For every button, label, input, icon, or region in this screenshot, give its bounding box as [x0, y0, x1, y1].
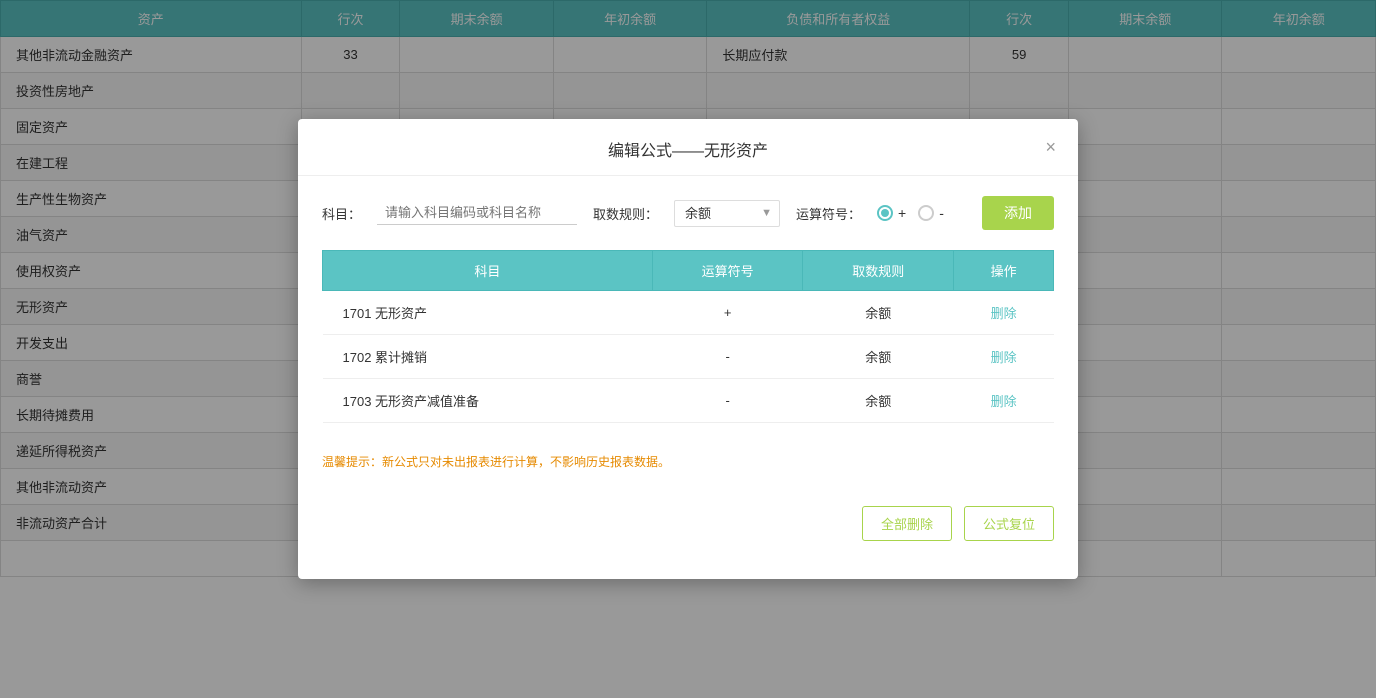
edit-formula-modal: 编辑公式——无形资产 × 科目： 取数规则： 余额借方贷方借方发生额贷方发生额 …: [298, 119, 1078, 579]
subject-input[interactable]: [377, 201, 577, 225]
operator-radio-group: + -: [877, 205, 944, 221]
operator-label: 运算符号：: [796, 204, 861, 223]
modal-footer: 全部删除 公式复位: [298, 506, 1078, 561]
rule-select-wrapper: 余额借方贷方借方发生额贷方发生额 ▼: [674, 200, 780, 227]
th-subject: 科目: [323, 251, 653, 291]
formula-table: 科目 运算符号 取数规则 操作 1701 无形资产+余额删除1702 累计摊销-…: [322, 250, 1054, 423]
table-header-row: 科目 运算符号 取数规则 操作: [323, 251, 1054, 291]
delete-row-button[interactable]: 删除: [991, 303, 1017, 322]
modal-title: 编辑公式——无形资产: [608, 143, 768, 160]
modal-close-button[interactable]: ×: [1041, 134, 1060, 160]
radio-circle-minus: [918, 205, 934, 221]
delete-all-button[interactable]: 全部删除: [862, 506, 952, 541]
rule-label: 取数规则：: [593, 204, 658, 223]
table-row: 1703 无形资产减值准备-余额删除: [323, 379, 1054, 423]
modal-overlay: 编辑公式——无形资产 × 科目： 取数规则： 余额借方贷方借方发生额贷方发生额 …: [0, 0, 1376, 698]
radio-circle-plus: [877, 205, 893, 221]
operator-minus-label: -: [939, 205, 944, 221]
th-action: 操作: [954, 251, 1054, 291]
form-row: 科目： 取数规则： 余额借方贷方借方发生额贷方发生额 ▼ 运算符号： +: [322, 196, 1054, 230]
th-operator: 运算符号: [652, 251, 803, 291]
rule-select[interactable]: 余额借方贷方借方发生额贷方发生额: [674, 200, 780, 227]
subject-label: 科目：: [322, 204, 361, 223]
add-button[interactable]: 添加: [982, 196, 1054, 230]
table-row: 1701 无形资产+余额删除: [323, 291, 1054, 335]
operator-plus-label: +: [898, 205, 906, 221]
table-row: 1702 累计摊销-余额删除: [323, 335, 1054, 379]
operator-minus-radio[interactable]: -: [918, 205, 944, 221]
modal-body: 科目： 取数规则： 余额借方贷方借方发生额贷方发生额 ▼ 运算符号： +: [298, 176, 1078, 506]
reset-formula-button[interactable]: 公式复位: [964, 506, 1054, 541]
delete-row-button[interactable]: 删除: [991, 347, 1017, 366]
modal-header: 编辑公式——无形资产 ×: [298, 119, 1078, 176]
operator-plus-radio[interactable]: +: [877, 205, 906, 221]
warning-text: 温馨提示：新公式只对未出报表进行计算，不影响历史报表数据。: [322, 443, 1054, 486]
th-rule: 取数规则: [803, 251, 954, 291]
delete-row-button[interactable]: 删除: [991, 391, 1017, 410]
